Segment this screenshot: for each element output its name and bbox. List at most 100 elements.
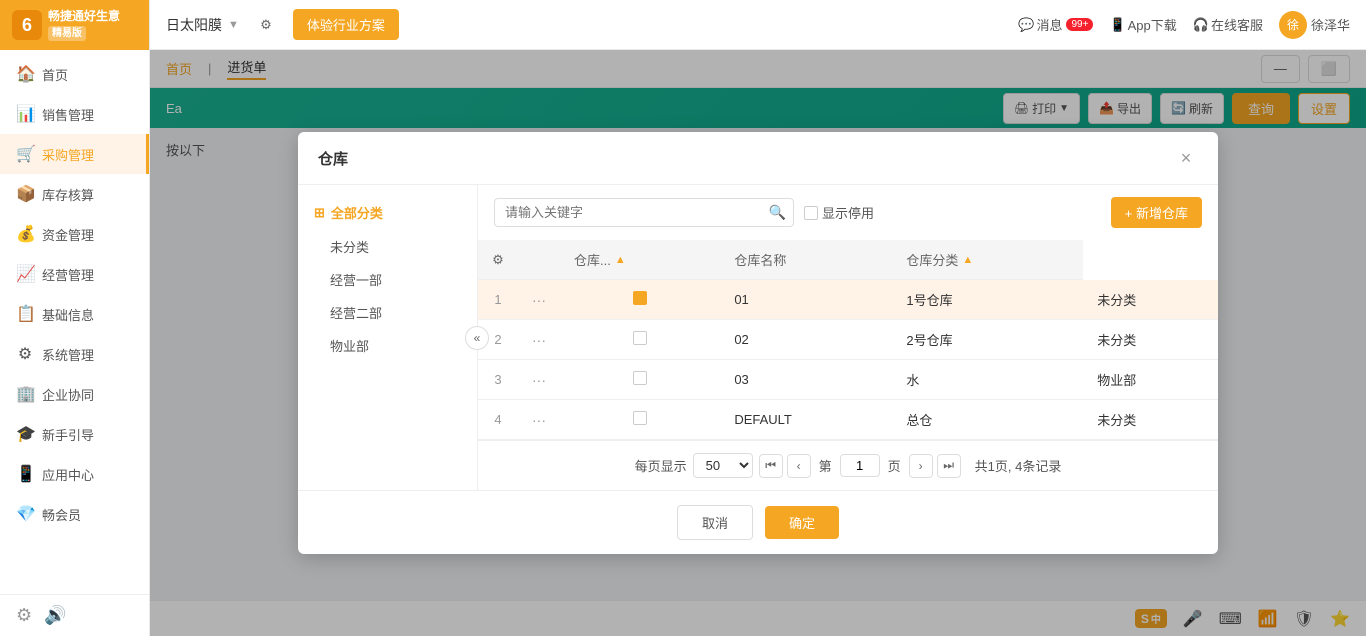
sidebar-item-enterprise[interactable]: 🏢 企业协同 [0,374,149,414]
dialog-overlay: 仓库 × ⊞ 全部分类 未分类 经营一部 经营二部 物业部 [150,50,1366,636]
search-box: 🔍 [494,198,794,227]
th-category[interactable]: 仓库分类 ▲ [892,240,1083,280]
table-toolbar: 🔍 显示停用 + 新增仓库 [478,185,1218,240]
row-actions[interactable]: ··· [518,400,560,440]
sidebar-item-sales-label: 销售管理 [42,105,94,124]
show-disabled-checkbox[interactable]: 显示停用 [804,203,874,222]
sidebar-item-finance[interactable]: 💰 资金管理 [0,214,149,254]
notifications[interactable]: 💬 消息 99+ [1018,15,1093,34]
sidebar-item-newbie-label: 新手引导 [42,425,94,444]
th-code-label: 仓库... [574,250,611,269]
table-row[interactable]: 1··· 01 1号仓库 未分类 [478,280,1218,320]
sidebar-item-system-label: 系统管理 [42,345,94,364]
system-icon: ⚙ [16,344,34,364]
cat-item-property[interactable]: 物业部 [298,329,477,362]
notification-badge: 99+ [1066,18,1093,31]
row-actions[interactable]: ··· [518,360,560,400]
online-service[interactable]: 🎧 在线客服 [1193,15,1263,34]
sales-icon: 📊 [16,104,34,124]
row-category: 未分类 [1083,320,1218,360]
sidebar-item-sales[interactable]: 📊 销售管理 [0,94,149,134]
topbar: 日太阳膜 ▼ ⚙ 体验行业方案 💬 消息 99+ 📱 App下载 🎧 在线客服 … [150,0,1366,50]
row-category: 未分类 [1083,400,1218,440]
sidebar-item-newbie[interactable]: 🎓 新手引导 [0,414,149,454]
user-area[interactable]: 徐 徐泽华 [1279,11,1350,39]
store-name: 日太阳膜 [166,15,222,35]
th-name: 仓库名称 [720,240,892,280]
cat-item-uncat[interactable]: 未分类 [298,230,477,263]
sidebar-item-finance-label: 资金管理 [42,225,94,244]
sidebar-item-member[interactable]: 💎 畅会员 [0,494,149,534]
sidebar-item-enterprise-label: 企业协同 [42,385,94,404]
sidebar-item-home[interactable]: 🏠 首页 [0,54,149,94]
dialog-title: 仓库 [318,148,348,169]
sidebar-item-operations-label: 经营管理 [42,265,94,284]
sidebar-item-operations[interactable]: 📈 经营管理 [0,254,149,294]
mobile-icon: 📱 [1109,17,1125,33]
page-number-input[interactable] [840,454,880,477]
th-code[interactable]: 仓库... ▲ [560,240,720,280]
page-first-button[interactable]: ⏮ [759,454,783,478]
sidebar-item-base-label: 基础信息 [42,305,94,324]
th-settings: ⚙ [478,240,518,280]
confirm-button[interactable]: 确定 [765,506,839,539]
search-icon: 🔍 [769,204,786,221]
sidebar-item-base[interactable]: 📋 基础信息 [0,294,149,334]
row-actions[interactable]: ··· [518,280,560,320]
page-last-button[interactable]: ⏭ [937,454,961,478]
avatar: 徐 [1279,11,1307,39]
cat-item-dept2[interactable]: 经营二部 [298,296,477,329]
main-area: 日太阳膜 ▼ ⚙ 体验行业方案 💬 消息 99+ 📱 App下载 🎧 在线客服 … [150,0,1366,636]
speaker-icon[interactable]: 🔊 [44,605,66,626]
finance-icon: 💰 [16,224,34,244]
sidebar-item-purchase[interactable]: 🛒 采购管理 [0,134,149,174]
sidebar-item-system[interactable]: ⚙ 系统管理 [0,334,149,374]
app-download[interactable]: 📱 App下载 [1109,15,1176,34]
table-row[interactable]: 3··· 03 水 物业部 [478,360,1218,400]
member-icon: 💎 [16,504,34,524]
search-input[interactable] [494,198,794,227]
category-collapse-button[interactable]: « [465,326,489,350]
cancel-button[interactable]: 取消 [677,505,753,540]
table-row[interactable]: 2··· 02 2号仓库 未分类 [478,320,1218,360]
th-category-label: 仓库分类 [906,250,958,269]
sidebar: 6 畅捷通好生意 精易版 🏠 首页 📊 销售管理 🛒 采购管理 📦 库存核算 💰… [0,0,150,636]
category-sidebar: ⊞ 全部分类 未分类 经营一部 经营二部 物业部 « [298,185,478,490]
sidebar-nav: 🏠 首页 📊 销售管理 🛒 采购管理 📦 库存核算 💰 资金管理 📈 经营管理 … [0,50,149,594]
page-next-button[interactable]: › [909,454,933,478]
cat-item-dept1[interactable]: 经营一部 [298,263,477,296]
sidebar-item-member-label: 畅会员 [42,505,81,524]
per-page-select[interactable]: 50 100 200 [693,453,753,478]
grid-icon: ⊞ [314,205,325,221]
sidebar-item-inventory[interactable]: 📦 库存核算 [0,174,149,214]
dialog-close-button[interactable]: × [1174,146,1198,170]
sidebar-item-home-label: 首页 [42,65,68,84]
page-prev-button[interactable]: ‹ [787,454,811,478]
store-selector[interactable]: 日太阳膜 ▼ [166,15,239,35]
row-checkbox[interactable] [560,400,720,440]
sort-icon-code: ▲ [615,254,626,266]
headset-icon: 🎧 [1193,17,1209,33]
dialog-body: ⊞ 全部分类 未分类 经营一部 经营二部 物业部 « [298,185,1218,490]
page-total-info: 共1页, 4条记录 [975,456,1062,475]
row-checkbox[interactable] [560,280,720,320]
logo-text: 畅捷通好生意 精易版 [48,9,120,42]
topbar-right: 💬 消息 99+ 📱 App下载 🎧 在线客服 徐 徐泽华 [1018,11,1350,39]
trial-button[interactable]: 体验行业方案 [293,9,399,40]
row-code: 03 [720,360,892,400]
add-warehouse-button[interactable]: + 新增仓库 [1111,197,1202,228]
th-checkbox [518,240,560,280]
sidebar-item-appcenter-label: 应用中心 [42,465,94,484]
settings-bottom-icon[interactable]: ⚙ [16,605,32,626]
sidebar-item-appcenter[interactable]: 📱 应用中心 [0,454,149,494]
row-name: 总仓 [892,400,1083,440]
row-name: 1号仓库 [892,280,1083,320]
topbar-settings-icon[interactable]: ⚙ [251,10,281,40]
row-checkbox[interactable] [560,360,720,400]
row-checkbox[interactable] [560,320,720,360]
table-row[interactable]: 4··· DEFAULT 总仓 未分类 [478,400,1218,440]
dialog-header: 仓库 × [298,132,1218,185]
cat-item-all[interactable]: ⊞ 全部分类 [298,195,477,230]
row-actions[interactable]: ··· [518,320,560,360]
table-header-row: ⚙ 仓库... ▲ [478,240,1218,280]
